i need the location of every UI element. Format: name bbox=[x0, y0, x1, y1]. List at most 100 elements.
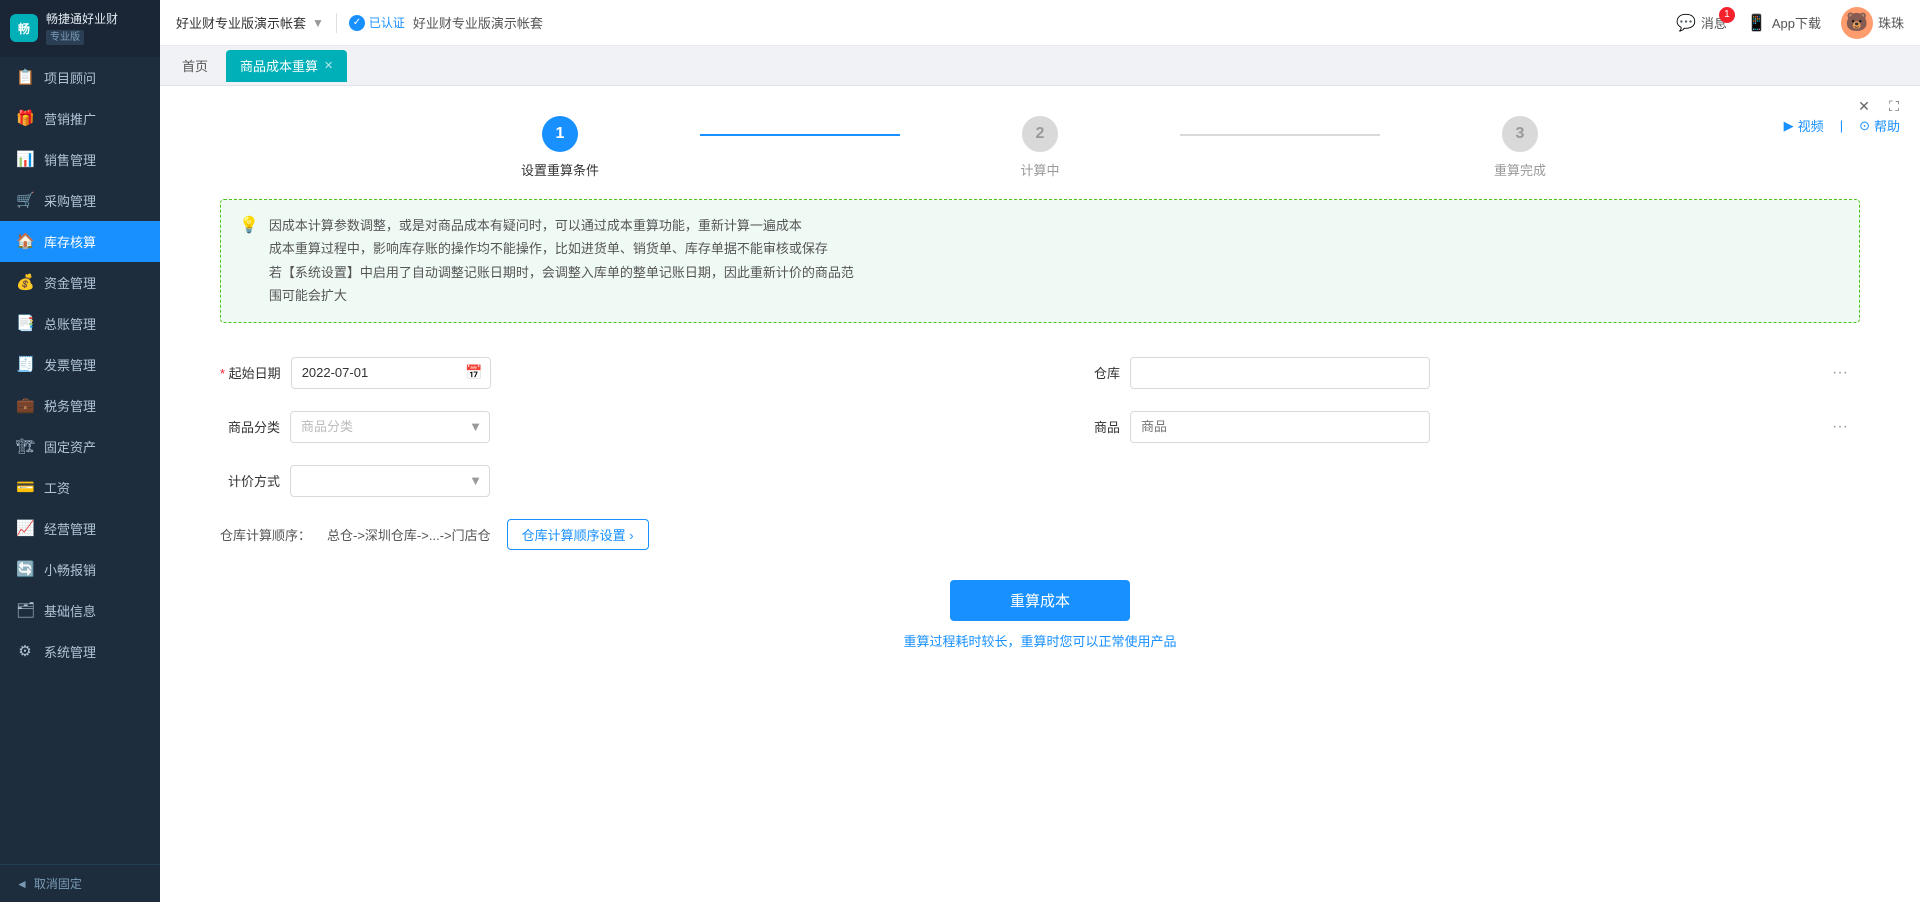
step-3-circle: 3 bbox=[1502, 116, 1538, 152]
topbar: 好业财专业版演示帐套 ▼ ✓ 已认证 好业财专业版演示帐套 💬 消息 1 📱 A… bbox=[160, 0, 1920, 46]
message-badge: 1 bbox=[1719, 7, 1735, 23]
warehouse-more-icon[interactable]: ··· bbox=[1828, 364, 1852, 382]
calc-order-label: 仓库计算顺序： bbox=[220, 525, 311, 544]
sidebar-unpin-button[interactable]: ◄ 取消固定 bbox=[0, 864, 160, 902]
start-date-label: 起始日期 bbox=[220, 363, 281, 382]
sidebar-item-finance[interactable]: 💰 资金管理 bbox=[0, 262, 160, 303]
username-label: 珠珠 bbox=[1878, 13, 1904, 32]
product-input[interactable] bbox=[1130, 411, 1430, 443]
sidebar-item-marketing[interactable]: 🎁 营销推广 bbox=[0, 98, 160, 139]
account-selector[interactable]: 好业财专业版演示帐套 ▼ bbox=[176, 13, 324, 32]
product-more-icon[interactable]: ··· bbox=[1828, 418, 1852, 436]
help-video-link[interactable]: ▶ 视频 bbox=[1784, 116, 1824, 135]
pricing-label: 计价方式 bbox=[220, 471, 280, 490]
expense-icon: 🔄 bbox=[16, 560, 34, 578]
sidebar-item-purchase[interactable]: 🛒 采购管理 bbox=[0, 180, 160, 221]
topbar-divider bbox=[336, 13, 337, 33]
wizard-line-2 bbox=[1180, 134, 1380, 136]
sidebar-item-inventory[interactable]: 🏠 库存核算 bbox=[0, 221, 160, 262]
calc-order-settings-button[interactable]: 仓库计算顺序设置 › bbox=[507, 519, 649, 550]
form-row-1: 起始日期 📅 仓库 ··· bbox=[220, 357, 1860, 389]
invoice-icon: 🧾 bbox=[16, 355, 34, 373]
product-group: 商品 ··· bbox=[1060, 411, 1860, 443]
sidebar-label-assets: 固定资产 bbox=[44, 437, 96, 456]
verified-badge: ✓ 已认证 bbox=[349, 14, 405, 31]
message-button[interactable]: 💬 消息 1 bbox=[1676, 13, 1727, 33]
sidebar-item-base[interactable]: 🗂 基础信息 bbox=[0, 590, 160, 631]
sidebar-item-system[interactable]: ⚙ 系统管理 bbox=[0, 631, 160, 672]
question-icon: ⊙ bbox=[1859, 118, 1870, 134]
wizard-step-3: 3 重算完成 bbox=[1380, 116, 1660, 179]
phone-icon: 📱 bbox=[1747, 13, 1767, 33]
sidebar-item-expense[interactable]: 🔄 小畅报销 bbox=[0, 549, 160, 590]
tabbar: 首页 商品成本重算 ✕ bbox=[160, 46, 1920, 86]
tab-recalc[interactable]: 商品成本重算 ✕ bbox=[226, 50, 347, 82]
expand-window-button[interactable]: ⛶ bbox=[1884, 96, 1904, 116]
pricing-select[interactable] bbox=[290, 465, 490, 497]
account-name: 好业财专业版演示帐套 bbox=[176, 13, 306, 32]
payroll-icon: 💳 bbox=[16, 478, 34, 496]
warehouse-label: 仓库 bbox=[1060, 363, 1120, 382]
step-3-label: 重算完成 bbox=[1494, 160, 1546, 179]
sidebar-item-assets[interactable]: 🏗 固定资产 bbox=[0, 426, 160, 467]
marketing-icon: 🎁 bbox=[16, 109, 34, 127]
calendar-icon[interactable]: 📅 bbox=[465, 364, 482, 381]
recalc-button[interactable]: 重算成本 bbox=[950, 580, 1130, 621]
sidebar-label-project: 项目顾问 bbox=[44, 68, 96, 87]
wizard-help: ▶ 视频 | ⊙ 帮助 bbox=[1784, 116, 1900, 135]
category-group: 商品分类 商品分类 ▼ bbox=[220, 411, 1020, 443]
start-date-wrapper: 📅 bbox=[291, 357, 491, 389]
product-wrapper: ··· bbox=[1130, 411, 1860, 443]
tab-close-icon[interactable]: ✕ bbox=[324, 59, 333, 72]
tax-icon: 💼 bbox=[16, 396, 34, 414]
sidebar-label-sales: 销售管理 bbox=[44, 150, 96, 169]
play-icon: ▶ bbox=[1784, 118, 1794, 134]
start-date-group: 起始日期 📅 bbox=[220, 357, 1020, 389]
calc-order-value: 总仓->深圳仓库->...->门店仓 bbox=[327, 525, 491, 544]
main-area: 好业财专业版演示帐套 ▼ ✓ 已认证 好业财专业版演示帐套 💬 消息 1 📱 A… bbox=[160, 0, 1920, 902]
step-2-circle: 2 bbox=[1022, 116, 1058, 152]
start-date-input[interactable] bbox=[291, 357, 491, 389]
window-controls: ✕ ⛶ bbox=[1854, 96, 1904, 116]
avatar: 🐻 bbox=[1841, 7, 1873, 39]
expand-icon: ⛶ bbox=[1889, 98, 1899, 115]
pricing-select-wrapper: ▼ bbox=[290, 465, 490, 497]
sidebar-item-invoice[interactable]: 🧾 发票管理 bbox=[0, 344, 160, 385]
sidebar-nav: 📋 项目顾问 🎁 营销推广 📊 销售管理 🛒 采购管理 🏠 库存核算 💰 bbox=[0, 57, 160, 864]
help-separator: | bbox=[1840, 116, 1843, 135]
project-icon: 📋 bbox=[16, 68, 34, 86]
accounting-icon: 📑 bbox=[16, 314, 34, 332]
topbar-right: 💬 消息 1 📱 App下载 🐻 珠珠 bbox=[1676, 7, 1904, 39]
user-avatar[interactable]: 🐻 珠珠 bbox=[1841, 7, 1904, 39]
step-1-circle: 1 bbox=[542, 116, 578, 152]
app-logo-icon: 畅 bbox=[10, 14, 38, 42]
sidebar-item-payroll[interactable]: 💳 工资 bbox=[0, 467, 160, 508]
category-select[interactable]: 商品分类 bbox=[290, 411, 490, 443]
sidebar-item-sales[interactable]: 📊 销售管理 bbox=[0, 139, 160, 180]
help-link[interactable]: ⊙ 帮助 bbox=[1859, 116, 1900, 135]
pricing-group: 计价方式 ▼ bbox=[220, 465, 1020, 497]
category-select-wrapper: 商品分类 ▼ bbox=[290, 411, 490, 443]
assets-icon: 🏗 bbox=[16, 437, 34, 455]
sidebar-label-marketing: 营销推广 bbox=[44, 109, 96, 128]
sidebar-item-project[interactable]: 📋 项目顾问 bbox=[0, 57, 160, 98]
calc-order-row: 仓库计算顺序： 总仓->深圳仓库->...->门店仓 仓库计算顺序设置 › bbox=[220, 519, 1860, 550]
app-download-button[interactable]: 📱 App下载 bbox=[1747, 13, 1821, 33]
warehouse-wrapper: ··· bbox=[1130, 357, 1860, 389]
sidebar-logo: 畅 畅捷通好业财 专业版 bbox=[0, 0, 160, 57]
warehouse-input[interactable] bbox=[1130, 357, 1430, 389]
sidebar-item-accounting[interactable]: 📑 总账管理 bbox=[0, 303, 160, 344]
sidebar-item-tax[interactable]: 💼 税务管理 bbox=[0, 385, 160, 426]
close-window-button[interactable]: ✕ bbox=[1854, 96, 1874, 116]
tab-home[interactable]: 首页 bbox=[168, 50, 222, 82]
sidebar-label-base: 基础信息 bbox=[44, 601, 96, 620]
sidebar-item-operation[interactable]: 📈 经营管理 bbox=[0, 508, 160, 549]
sidebar-label-invoice: 发票管理 bbox=[44, 355, 96, 374]
account-dropdown-icon: ▼ bbox=[312, 16, 324, 30]
sidebar: 畅 畅捷通好业财 专业版 📋 项目顾问 🎁 营销推广 📊 销售管理 🛒 采购管理 bbox=[0, 0, 160, 902]
tab-recalc-label: 商品成本重算 bbox=[240, 56, 318, 75]
sidebar-label-operation: 经营管理 bbox=[44, 519, 96, 538]
warehouse-group: 仓库 ··· bbox=[1060, 357, 1860, 389]
sidebar-label-inventory: 库存核算 bbox=[44, 232, 96, 251]
recalc-section: 重算成本 重算过程耗时较长，重算时您可以正常使用产品 bbox=[220, 580, 1860, 650]
